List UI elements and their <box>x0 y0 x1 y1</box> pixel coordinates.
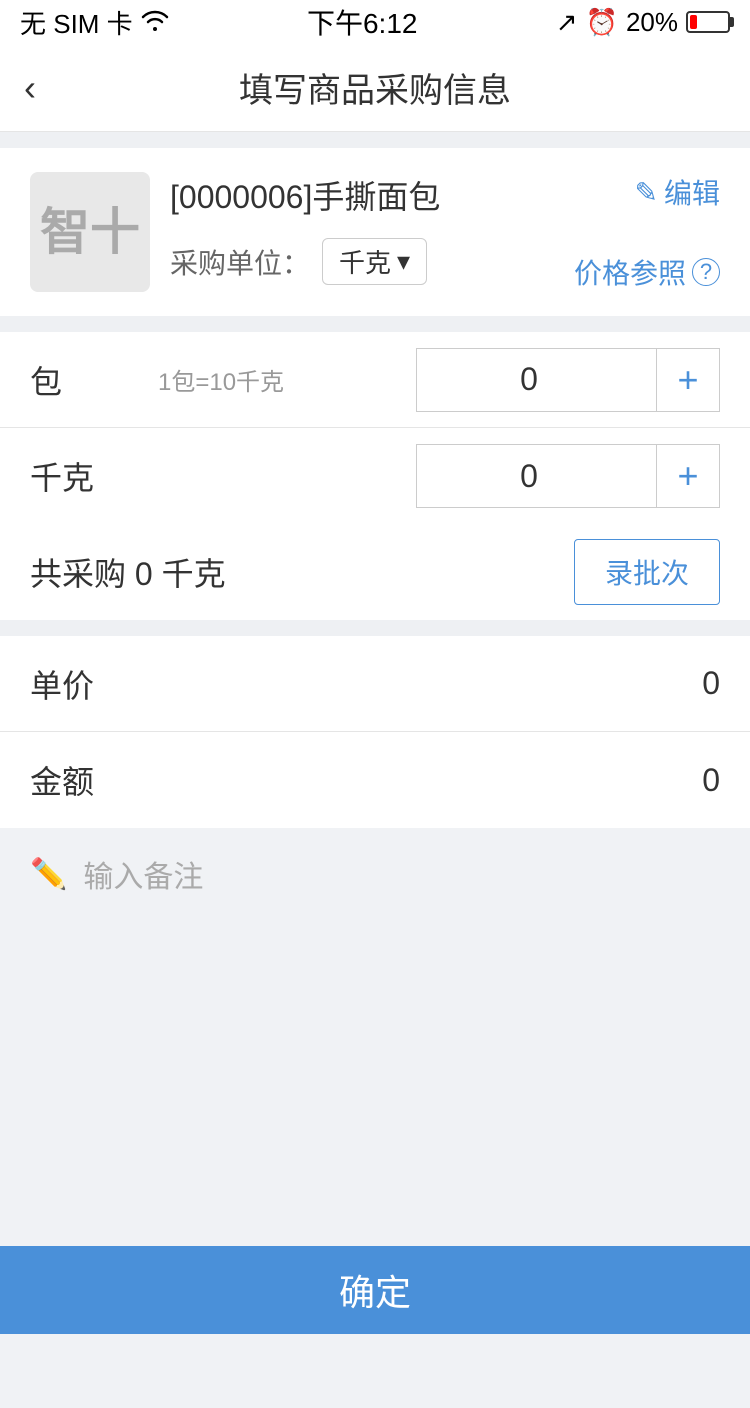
status-right: ↗ ⏰ 20% <box>556 7 730 38</box>
edit-icon: ✎ <box>635 176 658 209</box>
status-bar: 无 SIM 卡 下午6:12 ↗ ⏰ 20% <box>0 0 750 44</box>
batch-button[interactable]: 录批次 <box>574 539 720 605</box>
dropdown-icon: ▾ <box>397 246 410 277</box>
note-section[interactable]: ✏️ 输入备注 <box>0 828 750 920</box>
status-time: 下午6:12 <box>307 2 418 42</box>
note-input[interactable]: 输入备注 <box>83 852 203 896</box>
total-amount: 0 <box>135 556 153 592</box>
bao-input[interactable] <box>416 348 656 412</box>
kg-input-group: + <box>416 444 720 508</box>
separator-1 <box>0 132 750 148</box>
separator-2 <box>0 316 750 332</box>
nav-bar: ‹ 填写商品采购信息 <box>0 44 750 132</box>
product-card: 智十 [0000006]手撕面包 采购单位： 千克 ▾ ✎ 编辑 价格参照 ? <box>0 148 750 316</box>
unit-price-row: 单价 0 <box>0 636 750 732</box>
edit-button[interactable]: ✎ 编辑 <box>635 172 720 212</box>
page-title: 填写商品采购信息 <box>239 63 511 112</box>
kg-label: 千克 <box>30 453 150 499</box>
battery-icon <box>686 11 730 33</box>
product-thumbnail: 智十 <box>30 172 150 292</box>
carrier-text: 无 SIM 卡 <box>20 4 133 41</box>
wifi-icon <box>141 7 169 38</box>
unit-price-label: 单价 <box>30 661 94 707</box>
separator-3 <box>0 620 750 636</box>
bao-sublabel: 1包=10千克 <box>158 362 284 397</box>
confirm-button[interactable]: 确定 <box>0 1246 750 1334</box>
back-button[interactable]: ‹ <box>24 67 36 109</box>
amount-row: 金额 0 <box>0 732 750 828</box>
unit-label: 采购单位： <box>170 242 310 282</box>
total-text: 共采购 0 千克 <box>30 549 226 595</box>
price-section: 单价 0 金额 0 <box>0 636 750 828</box>
status-left: 无 SIM 卡 <box>20 4 169 41</box>
input-section: 包 1包=10千克 + 千克 + <box>0 332 750 524</box>
bao-label: 包 <box>30 357 150 403</box>
battery-percent: 20% <box>626 7 678 38</box>
amount-label: 金额 <box>30 757 94 803</box>
bao-input-group: + <box>416 348 720 412</box>
help-icon: ? <box>692 258 720 286</box>
bao-row: 包 1包=10千克 + <box>0 332 750 428</box>
unit-select[interactable]: 千克 ▾ <box>322 238 427 285</box>
amount-value: 0 <box>702 762 720 799</box>
bao-plus-button[interactable]: + <box>656 348 720 412</box>
price-ref-button[interactable]: 价格参照 ? <box>574 252 720 292</box>
location-icon: ↗ <box>556 7 578 38</box>
alarm-icon: ⏰ <box>586 7 618 38</box>
pencil-icon: ✏️ <box>30 857 67 892</box>
total-unit: 千克 <box>162 556 226 592</box>
kg-plus-button[interactable]: + <box>656 444 720 508</box>
product-thumb-text: 智十 <box>40 207 140 257</box>
kg-input[interactable] <box>416 444 656 508</box>
kg-row: 千克 + <box>0 428 750 524</box>
unit-price-value: 0 <box>702 665 720 702</box>
total-row: 共采购 0 千克 录批次 <box>0 524 750 620</box>
